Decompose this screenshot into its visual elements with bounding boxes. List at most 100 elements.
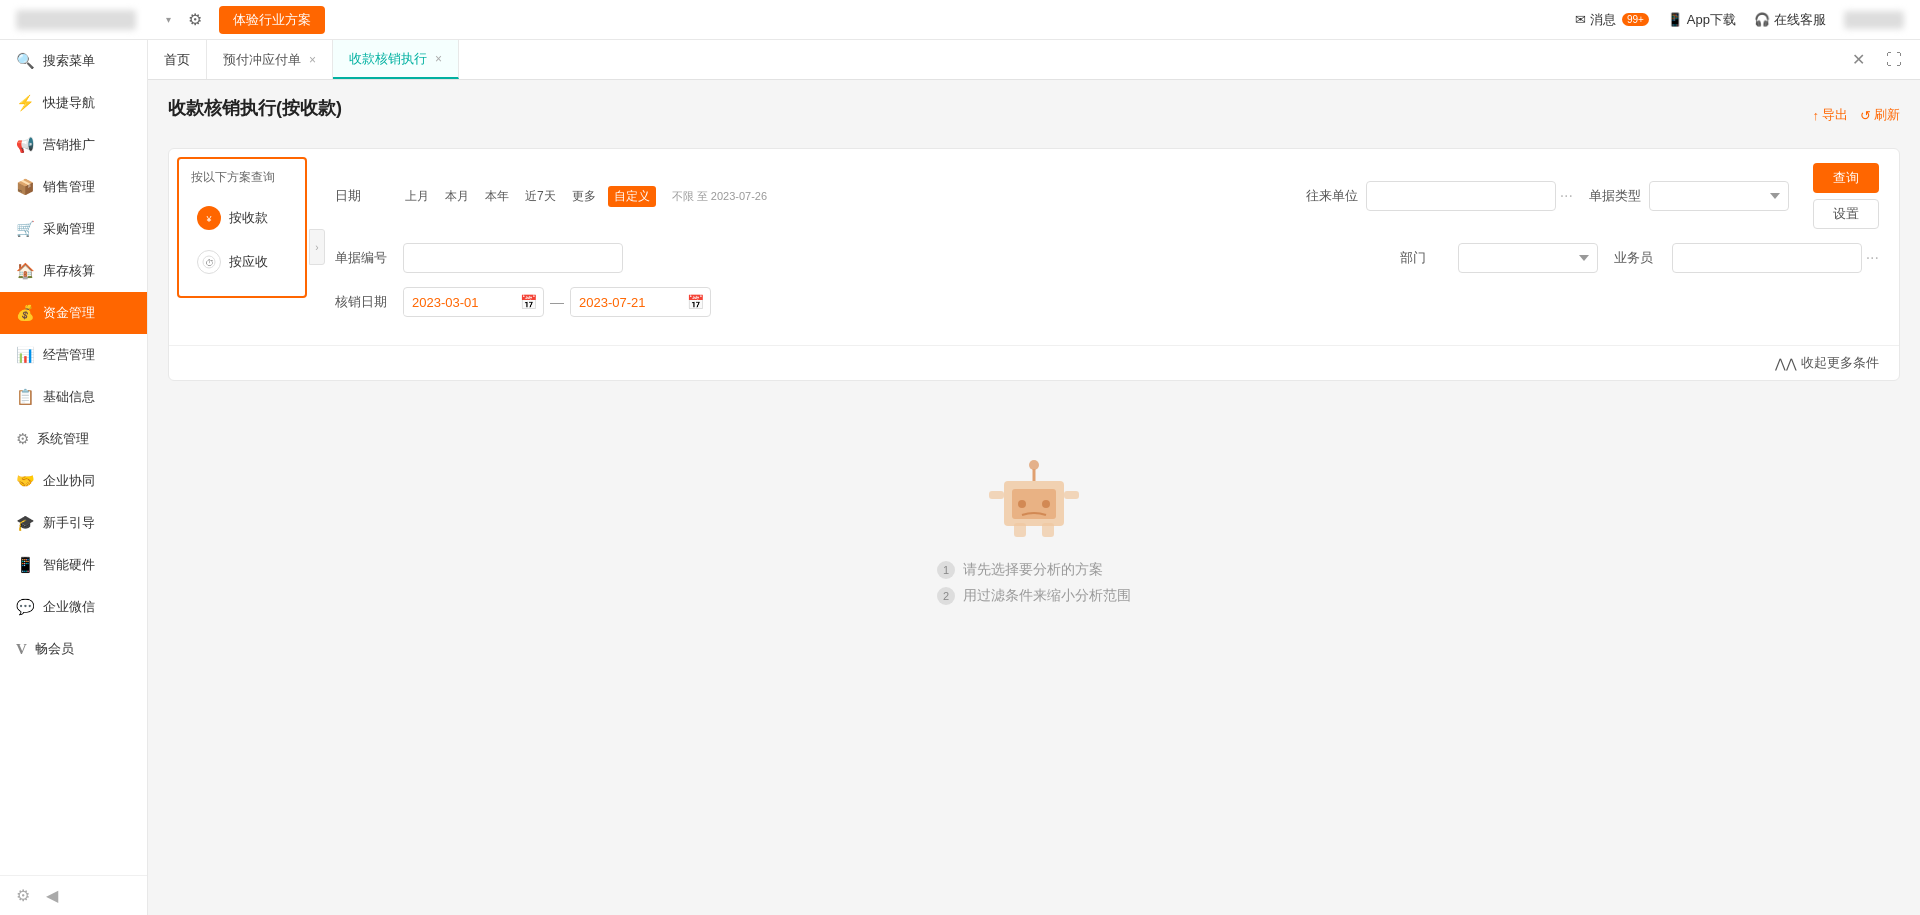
sidebar-item-label: 库存核算 (43, 262, 95, 280)
empty-step-1-text: 请先选择要分析的方案 (963, 561, 1103, 579)
staff-more-icon[interactable]: ··· (1866, 249, 1879, 267)
sidebar-item-vip[interactable]: V 畅会员 (0, 628, 147, 670)
doc-type-select[interactable] (1649, 181, 1789, 211)
system-icon: ⚙ (16, 430, 29, 448)
verify-date-label: 核销日期 (335, 293, 387, 311)
user-avatar[interactable] (1844, 11, 1904, 29)
sidebar-item-label: 基础信息 (43, 388, 95, 406)
sidebar-item-label: 资金管理 (43, 304, 95, 322)
staff-label: 业务员 (1614, 249, 1664, 267)
step-1-number: 1 (937, 561, 955, 579)
receipt-verify-tab-label: 收款核销执行 (349, 50, 427, 68)
date-label: 日期 (335, 187, 385, 205)
custom-date-btn[interactable]: 自定义 (608, 186, 656, 207)
svg-rect-10 (989, 491, 1004, 499)
receipt-verify-tab-close[interactable]: × (435, 52, 442, 66)
refresh-button[interactable]: ↺ 刷新 (1860, 106, 1900, 124)
partner-label: 往来单位 (1306, 187, 1358, 205)
this-year-btn[interactable]: 本年 (481, 186, 513, 207)
prepay-tab-close[interactable]: × (309, 53, 316, 67)
filter-row-1: 日期 上月 本月 本年 近7天 更多 自定义 不限 至 2023-07-26 (335, 163, 1879, 229)
verify-date-from-input[interactable] (404, 290, 514, 315)
sidebar-bottom: ⚙ ◀ (0, 875, 147, 915)
partner-more-icon[interactable]: ··· (1560, 187, 1573, 205)
filter-row-2: 单据编号 部门 业务员 ··· (335, 243, 1879, 273)
finance-icon: 💰 (16, 304, 35, 322)
app-download-label: App下载 (1687, 11, 1736, 29)
home-tab-label: 首页 (164, 51, 190, 69)
filter-row-3: 核销日期 📅 — 📅 (335, 287, 1879, 317)
partner-input[interactable] (1366, 181, 1556, 211)
receipt-icon: ¥ (197, 206, 221, 230)
sidebar-item-search[interactable]: 🔍 搜索菜单 (0, 40, 147, 82)
sidebar-item-management[interactable]: 📊 经营管理 (0, 334, 147, 376)
verify-date-from-calendar-icon[interactable]: 📅 (514, 294, 543, 310)
page-title: 收款核销执行(按收款) (168, 96, 342, 120)
settings-button[interactable]: ⚙ (181, 6, 209, 34)
tab-close-all-button[interactable]: ✕ (1844, 46, 1872, 74)
more-dates-btn[interactable]: 更多 (568, 186, 600, 207)
svg-rect-13 (1042, 523, 1054, 537)
basic-info-icon: 📋 (16, 388, 35, 406)
sidebar-item-wechat[interactable]: 💬 企业微信 (0, 586, 147, 628)
sidebar: 🔍 搜索菜单 ⚡ 快捷导航 📢 营销推广 📦 销售管理 🛒 采购管理 🏠 库存核… (0, 40, 148, 915)
industry-solution-button[interactable]: 体验行业方案 (219, 6, 325, 34)
tab-bar-actions: ✕ ⛶ (1844, 46, 1920, 74)
sidebar-collapse-button[interactable]: ◀ (46, 886, 58, 905)
sidebar-item-inventory[interactable]: 🏠 库存核算 (0, 250, 147, 292)
empty-illustration (984, 441, 1084, 541)
sidebar-item-hardware[interactable]: 📱 智能硬件 (0, 544, 147, 586)
quick-nav-icon: ⚡ (16, 94, 35, 112)
export-button[interactable]: ↑ 导出 (1813, 106, 1849, 124)
panel-collapse-button[interactable]: › (309, 229, 325, 265)
query-type-by-receipt[interactable]: ¥ 按收款 (187, 198, 297, 238)
page-content: 收款核销执行(按收款) ↑ 导出 ↺ 刷新 (148, 80, 1920, 915)
query-button[interactable]: 查询 (1813, 163, 1879, 193)
dept-select[interactable] (1458, 243, 1598, 273)
staff-input[interactable] (1672, 243, 1862, 273)
partner-filter: 往来单位 ··· (1306, 181, 1573, 211)
sidebar-item-marketing[interactable]: 📢 营销推广 (0, 124, 147, 166)
customer-service-button[interactable]: 🎧 在线客服 (1754, 11, 1826, 29)
tab-prepay[interactable]: 预付冲应付单 × (207, 40, 333, 79)
app-download-button[interactable]: 📱 App下载 (1667, 11, 1736, 29)
sidebar-item-purchase[interactable]: 🛒 采购管理 (0, 208, 147, 250)
purchase-icon: 🛒 (16, 220, 35, 238)
doc-no-input[interactable] (403, 243, 623, 273)
receivable-icon: ⏱ (197, 250, 221, 274)
sidebar-item-system[interactable]: ⚙ 系统管理 (0, 418, 147, 460)
verify-date-to-input[interactable] (571, 290, 681, 315)
sidebar-item-label: 新手引导 (43, 514, 95, 532)
customer-service-label: 在线客服 (1774, 11, 1826, 29)
sidebar-item-sales[interactable]: 📦 销售管理 (0, 166, 147, 208)
tab-home[interactable]: 首页 (148, 40, 207, 79)
collapse-arrows-icon: ⋀⋀ (1775, 356, 1797, 371)
sidebar-item-label: 快捷导航 (43, 94, 95, 112)
collapse-more-button[interactable]: ⋀⋀ 收起更多条件 (169, 345, 1899, 380)
filter-settings-button[interactable]: 设置 (1813, 199, 1879, 229)
last-month-btn[interactable]: 上月 (401, 186, 433, 207)
staff-filter: 业务员 ··· (1614, 243, 1879, 273)
sidebar-item-basic-info[interactable]: 📋 基础信息 (0, 376, 147, 418)
main-layout: 🔍 搜索菜单 ⚡ 快捷导航 📢 营销推广 📦 销售管理 🛒 采购管理 🏠 库存核… (0, 40, 1920, 915)
query-type-receivable-label: 按应收 (229, 253, 268, 271)
verify-date-from-wrap: 📅 (403, 287, 544, 317)
sidebar-item-finance[interactable]: 💰 资金管理 (0, 292, 147, 334)
verify-date-to-calendar-icon[interactable]: 📅 (681, 294, 710, 310)
sidebar-settings-button[interactable]: ⚙ (16, 886, 30, 905)
tab-expand-button[interactable]: ⛶ (1880, 46, 1908, 74)
sidebar-item-tutorial[interactable]: 🎓 新手引导 (0, 502, 147, 544)
tab-receipt-verify[interactable]: 收款核销执行 × (333, 40, 459, 79)
sidebar-item-label: 系统管理 (37, 430, 89, 448)
query-type-by-receivable[interactable]: ⏱ 按应收 (187, 242, 297, 282)
sidebar-item-enterprise-collab[interactable]: 🤝 企业协同 (0, 460, 147, 502)
workspace-dropdown[interactable]: ▾ (166, 14, 171, 25)
management-icon: 📊 (16, 346, 35, 364)
last-7-days-btn[interactable]: 近7天 (521, 186, 560, 207)
sidebar-item-label: 销售管理 (43, 178, 95, 196)
verify-date-range: 📅 — 📅 (403, 287, 711, 317)
this-month-btn[interactable]: 本月 (441, 186, 473, 207)
empty-step-2-text: 用过滤条件来缩小分析范围 (963, 587, 1131, 605)
sidebar-item-quick-nav[interactable]: ⚡ 快捷导航 (0, 82, 147, 124)
messages-button[interactable]: ✉ 消息 99+ (1575, 11, 1649, 29)
